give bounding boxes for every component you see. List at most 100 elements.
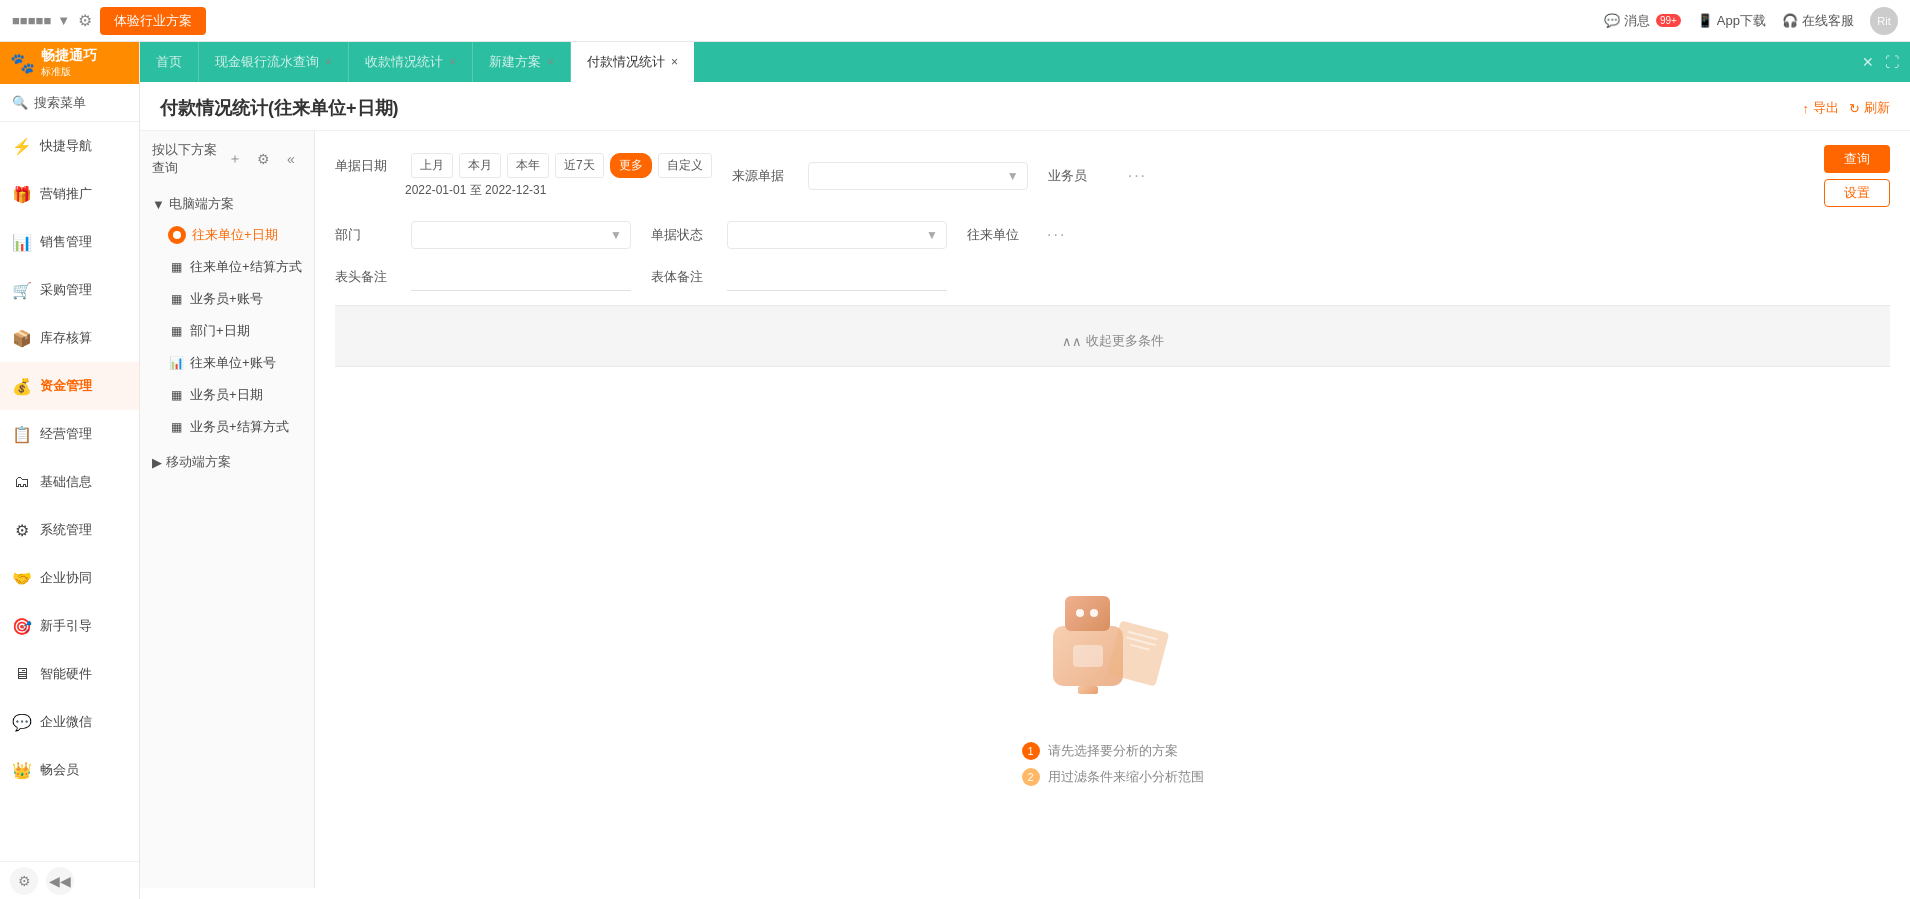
collapse-more-btn[interactable]: ∧∧ 收起更多条件 <box>1062 324 1164 358</box>
tab-new-scheme-close[interactable]: × <box>547 55 554 69</box>
sidebar-item-vip[interactable]: 👑 畅会员 <box>0 746 139 794</box>
sidebar-item-wechat[interactable]: 💬 企业微信 <box>0 698 139 746</box>
online-service-item[interactable]: 🎧 在线客服 <box>1782 12 1854 30</box>
system-icon: ⚙ <box>12 520 32 540</box>
filter-row-3: 表头备注 表体备注 <box>335 263 1890 291</box>
trial-button[interactable]: 体验行业方案 <box>100 7 206 35</box>
date-more-btn[interactable]: 更多 <box>610 153 652 178</box>
tab-receipt-stats[interactable]: 收款情况统计 × <box>349 42 473 82</box>
dropdown-arrow[interactable]: ▼ <box>57 13 70 28</box>
table-icon-2: ▦ <box>168 291 184 307</box>
sidebar-item-basic-info[interactable]: 🗂 基础信息 <box>0 458 139 506</box>
sidebar-item-operations[interactable]: 📋 经营管理 <box>0 410 139 458</box>
user-avatar[interactable]: Rit <box>1870 7 1898 35</box>
date-filter-top: 单据日期 上月 本月 本年 近7天 更多 自定义 <box>335 153 712 178</box>
collapse-panel-btn[interactable]: « <box>280 148 302 170</box>
date-cur-month-btn[interactable]: 本月 <box>459 153 501 178</box>
date-7days-btn[interactable]: 近7天 <box>555 153 604 178</box>
tab-home[interactable]: 首页 <box>140 42 199 82</box>
refresh-icon: ↻ <box>1849 101 1860 116</box>
sidebar-item-quick-nav[interactable]: ⚡ 快捷导航 <box>0 122 139 170</box>
app-download-item[interactable]: 📱 App下载 <box>1697 12 1766 30</box>
dept-select[interactable]: ▼ <box>411 221 631 249</box>
header-note-label: 表头备注 <box>335 268 405 286</box>
scheme-item-partner-date[interactable]: 往来单位+日期 <box>140 219 314 251</box>
content-area: 首页 现金银行流水查询 × 收款情况统计 × 新建方案 × 付款情况统计 × <box>140 42 1910 899</box>
sidebar-item-enterprise[interactable]: 🤝 企业协同 <box>0 554 139 602</box>
doc-status-select-arrow: ▼ <box>926 228 938 242</box>
sidebar-item-newbie[interactable]: 🎯 新手引导 <box>0 602 139 650</box>
enterprise-label: 企业协同 <box>40 569 92 587</box>
settings-button[interactable]: 设置 <box>1824 179 1890 207</box>
source-filter-item: 来源单据 ▼ <box>732 162 1028 190</box>
partner-dots[interactable]: ··· <box>1043 226 1070 244</box>
top-right: 💬 消息 99+ 📱 App下载 🎧 在线客服 Rit <box>1604 7 1898 35</box>
sidebar-item-system[interactable]: ⚙ 系统管理 <box>0 506 139 554</box>
scheme-item-partner-settlement[interactable]: ▦ 往来单位+结算方式 <box>140 251 314 283</box>
header-note-input[interactable] <box>411 263 631 291</box>
manage-scheme-btn[interactable]: ⚙ <box>252 148 274 170</box>
app-download-label: App下载 <box>1717 12 1766 30</box>
scheme-item-partner-account[interactable]: 📊 往来单位+账号 <box>140 347 314 379</box>
tab-bank-flow-close[interactable]: × <box>325 55 332 69</box>
tab-payment-stats[interactable]: 付款情况统计 × <box>571 42 694 82</box>
left-panel-header-icons: ＋ ⚙ « <box>224 148 302 170</box>
tab-payment-stats-label: 付款情况统计 <box>587 53 665 71</box>
sidebar-item-capital[interactable]: 💰 资金管理 <box>0 362 139 410</box>
marketing-label: 营销推广 <box>40 185 92 203</box>
page-header-actions: ↑ 导出 ↻ 刷新 <box>1803 99 1891 117</box>
scheme-item-dept-date[interactable]: ▦ 部门+日期 <box>140 315 314 347</box>
scheme-item-salesperson-account[interactable]: ▦ 业务员+账号 <box>140 283 314 315</box>
tab-expand-btn[interactable]: ⛶ <box>1882 52 1902 72</box>
sidebar-collapse-btn[interactable]: ◀◀ <box>46 867 74 895</box>
salesperson-dots[interactable]: ··· <box>1124 167 1151 185</box>
tab-bank-flow[interactable]: 现金银行流水查询 × <box>199 42 349 82</box>
date-prev-month-btn[interactable]: 上月 <box>411 153 453 178</box>
date-label: 单据日期 <box>335 157 405 175</box>
sidebar-settings-btn[interactable]: ⚙ <box>10 867 38 895</box>
tab-close-btn[interactable]: ✕ <box>1858 52 1878 72</box>
query-button[interactable]: 查询 <box>1824 145 1890 173</box>
tab-payment-stats-close[interactable]: × <box>671 55 678 69</box>
refresh-button[interactable]: ↻ 刷新 <box>1849 99 1890 117</box>
scheme-item-salesperson-settlement[interactable]: ▦ 业务员+结算方式 <box>140 411 314 443</box>
body-note-input[interactable] <box>727 263 947 291</box>
sidebar-item-search[interactable]: 🔍 搜索菜单 <box>0 84 139 122</box>
tab-new-scheme[interactable]: 新建方案 × <box>473 42 571 82</box>
tab-receipt-stats-close[interactable]: × <box>449 55 456 69</box>
tab-home-label: 首页 <box>156 53 182 71</box>
scheme-item-salesperson-date[interactable]: ▦ 业务员+日期 <box>140 379 314 411</box>
mobile-group-label: 移动端方案 <box>166 453 231 471</box>
sidebar-logo: 🐾 畅捷通巧 标准版 <box>0 42 139 84</box>
date-cur-year-btn[interactable]: 本年 <box>507 153 549 178</box>
source-label: 来源单据 <box>732 167 802 185</box>
sidebar-item-marketing[interactable]: 🎁 营销推广 <box>0 170 139 218</box>
messages-label: 消息 <box>1624 12 1650 30</box>
doc-status-select[interactable]: ▼ <box>727 221 947 249</box>
capital-icon: 💰 <box>12 376 32 396</box>
top-left: ■■■■■ ▼ ⚙ 体验行业方案 <box>12 7 1596 35</box>
source-select-arrow: ▼ <box>1007 169 1019 183</box>
top-settings-icon[interactable]: ⚙ <box>78 11 92 30</box>
wechat-icon: 💬 <box>12 712 32 732</box>
sales-label: 销售管理 <box>40 233 92 251</box>
messages-item[interactable]: 💬 消息 99+ <box>1604 12 1681 30</box>
date-custom-btn[interactable]: 自定义 <box>658 153 712 178</box>
sidebar-item-purchase[interactable]: 🛒 采购管理 <box>0 266 139 314</box>
export-button[interactable]: ↑ 导出 <box>1803 99 1840 117</box>
sidebar-item-inventory[interactable]: 📦 库存核算 <box>0 314 139 362</box>
mobile-group-header[interactable]: ▶ 移动端方案 <box>140 447 314 477</box>
tip-text-2: 用过滤条件来缩小分析范围 <box>1048 768 1204 786</box>
sidebar-item-sales[interactable]: 📊 销售管理 <box>0 218 139 266</box>
add-scheme-btn[interactable]: ＋ <box>224 148 246 170</box>
partner-filter-item: 往来单位 ··· <box>967 226 1070 244</box>
source-select[interactable]: ▼ <box>808 162 1028 190</box>
sidebar-item-smart-hw[interactable]: 🖥 智能硬件 <box>0 650 139 698</box>
date-range-text: 2022-01-01 至 2022-12-31 <box>405 183 546 197</box>
quick-nav-icon: ⚡ <box>12 136 32 156</box>
empty-tip-2: 2 用过滤条件来缩小分析范围 <box>1022 768 1204 786</box>
scheme-partner-settlement-label: 往来单位+结算方式 <box>190 258 302 276</box>
desktop-group-header[interactable]: ▼ 电脑端方案 <box>140 189 314 219</box>
page-content: 付款情况统计(往来单位+日期) ↑ 导出 ↻ 刷新 <box>140 82 1910 899</box>
robot-head <box>1065 596 1110 631</box>
